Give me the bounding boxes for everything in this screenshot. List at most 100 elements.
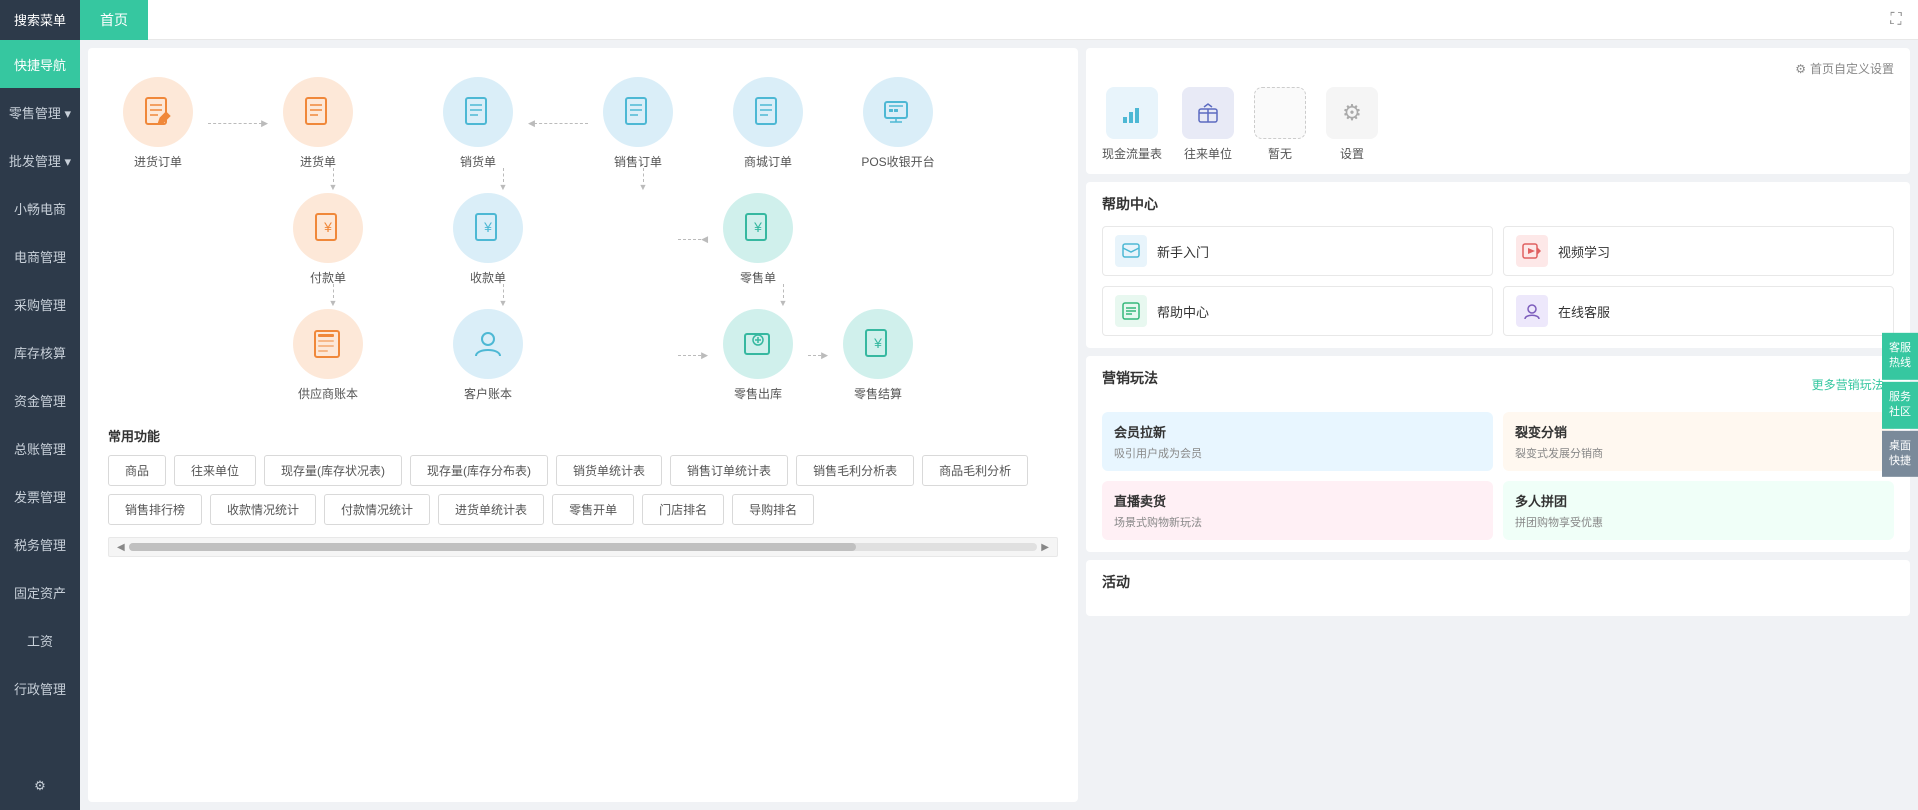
customize-link[interactable]: ⚙ 首页自定义设置 bbox=[1795, 60, 1894, 77]
sales-order-icon bbox=[603, 77, 673, 147]
quick-icon-vendor[interactable]: 往来单位 bbox=[1182, 87, 1234, 162]
sidebar-item-label: 资金管理 bbox=[14, 391, 66, 410]
sidebar-item-ecommerce-mgmt[interactable]: 电商管理 bbox=[0, 232, 80, 280]
purchase-receipt-icon bbox=[283, 77, 353, 147]
node-mall-order[interactable]: 商城订单 bbox=[718, 77, 818, 170]
func-btn-guide-rank[interactable]: 导购排名 bbox=[732, 494, 814, 525]
sidebar-item-label: 快捷导航 bbox=[14, 55, 66, 74]
v-conn-row-1-2: ▼ ▼ ▼ bbox=[108, 168, 1058, 192]
none-label: 暂无 bbox=[1268, 145, 1292, 162]
node-supplier-account[interactable]: 供应商账本 bbox=[278, 309, 378, 402]
node-purchase-receipt[interactable]: 进货单 bbox=[268, 77, 368, 170]
cash-flow-icon-box bbox=[1106, 87, 1158, 139]
func-btn-receipt-stats[interactable]: 收款情况统计 bbox=[210, 494, 316, 525]
sidebar-item-label: 电商管理 bbox=[14, 247, 66, 266]
node-receipt[interactable]: ¥ 收款单 bbox=[438, 193, 538, 286]
func-btn-sales-margin[interactable]: 销售毛利分析表 bbox=[796, 455, 914, 486]
func-btn-sales-stats[interactable]: 销货单统计表 bbox=[556, 455, 662, 486]
node-sales-order[interactable]: 销售订单 bbox=[588, 77, 688, 170]
sidebar-item-invoice[interactable]: 发票管理 bbox=[0, 472, 80, 520]
help-item-help[interactable]: 帮助中心 bbox=[1102, 286, 1493, 336]
retail-outbound-icon bbox=[723, 309, 793, 379]
sidebar-item-salary[interactable]: 工资 bbox=[0, 616, 80, 664]
quick-icon-none[interactable]: 暂无 bbox=[1254, 87, 1306, 162]
marketing-card-fission[interactable]: 裂变分销 裂变式发展分销商 bbox=[1503, 412, 1894, 471]
node-payment[interactable]: ¥ 付款单 bbox=[278, 193, 378, 286]
purchase-order-icon bbox=[123, 77, 193, 147]
func-btn-purchase-stats[interactable]: 进货单统计表 bbox=[438, 494, 544, 525]
help-item-online-service[interactable]: 在线客服 bbox=[1503, 286, 1894, 336]
float-btn-desktop[interactable]: 桌面快捷 bbox=[1882, 430, 1918, 477]
node-retail-settlement[interactable]: ¥ 零售结算 bbox=[828, 309, 928, 402]
node-retail-outbound[interactable]: 零售出库 bbox=[708, 309, 808, 402]
sidebar-item-purchase[interactable]: 采购管理 bbox=[0, 280, 80, 328]
member-title: 会员拉新 bbox=[1114, 422, 1481, 441]
scroll-thumb[interactable] bbox=[129, 543, 856, 551]
payment-icon: ¥ bbox=[293, 193, 363, 263]
live-desc: 场景式购物新玩法 bbox=[1114, 514, 1481, 530]
func-btn-sales-order-stats[interactable]: 销售订单统计表 bbox=[670, 455, 788, 486]
help-item-beginner[interactable]: 新手入门 bbox=[1102, 226, 1493, 276]
sidebar-item-inventory[interactable]: 库存核算 bbox=[0, 328, 80, 376]
mall-order-icon bbox=[733, 77, 803, 147]
settings-label: 设置 bbox=[1340, 145, 1364, 162]
fission-desc: 裂变式发展分销商 bbox=[1515, 445, 1882, 461]
node-pos[interactable]: POS收银开台 bbox=[848, 77, 948, 170]
sidebar-item-fixed-assets[interactable]: 固定资产 bbox=[0, 568, 80, 616]
marketing-card-live[interactable]: 直播卖货 场景式购物新玩法 bbox=[1102, 481, 1493, 540]
fullscreen-icon[interactable]: ⛶ bbox=[1884, 8, 1908, 32]
sidebar-item-ecommerce-small[interactable]: 小畅电商 bbox=[0, 184, 80, 232]
sidebar-item-retail[interactable]: 零售管理 ▾ bbox=[0, 88, 80, 136]
sidebar-item-label: 行政管理 bbox=[14, 679, 66, 698]
sidebar-gear-icon[interactable]: ⚙ bbox=[0, 762, 80, 810]
sales-receipt-icon bbox=[443, 77, 513, 147]
common-func-title: 常用功能 bbox=[108, 426, 1058, 445]
quick-icon-settings[interactable]: ⚙ 设置 bbox=[1326, 87, 1378, 162]
marketing-card-member[interactable]: 会员拉新 吸引用户成为会员 bbox=[1102, 412, 1493, 471]
flow-diagram: 进货订单 ▶ bbox=[108, 68, 1058, 410]
sidebar-item-label: 采购管理 bbox=[14, 295, 66, 314]
float-btn-community[interactable]: 服务社区 bbox=[1882, 382, 1918, 429]
scroll-left-arrow[interactable]: ◀ bbox=[113, 542, 129, 553]
marketing-section: 营销玩法 更多营销玩法 > 会员拉新 吸引用户成为会员 裂变分销 裂变式发展分销… bbox=[1086, 356, 1910, 552]
group-desc: 拼团购物享受优惠 bbox=[1515, 514, 1882, 530]
func-btn-retail-order[interactable]: 零售开单 bbox=[552, 494, 634, 525]
tab-home[interactable]: 首页 bbox=[80, 0, 148, 40]
sidebar-item-more[interactable]: 行政管理 bbox=[0, 664, 80, 712]
func-btn-inventory-status[interactable]: 现存量(库存状况表) bbox=[264, 455, 402, 486]
node-retail-order[interactable]: ¥ 零售单 bbox=[708, 193, 808, 286]
marketing-card-group[interactable]: 多人拼团 拼团购物享受优惠 bbox=[1503, 481, 1894, 540]
node-customer-account[interactable]: 客户账本 bbox=[438, 309, 538, 402]
func-btn-payment-stats[interactable]: 付款情况统计 bbox=[324, 494, 430, 525]
sidebar-item-quick-nav[interactable]: 快捷导航 bbox=[0, 40, 80, 88]
online-service-label: 在线客服 bbox=[1558, 302, 1610, 321]
group-title: 多人拼团 bbox=[1515, 491, 1882, 510]
node-purchase-order[interactable]: 进货订单 bbox=[108, 77, 208, 170]
help-item-video[interactable]: 视频学习 bbox=[1503, 226, 1894, 276]
receipt-label: 收款单 bbox=[470, 269, 506, 286]
diagram-row-2: ¥ 付款单 ¥ bbox=[108, 194, 1058, 284]
search-menu-button[interactable]: 搜索菜单 bbox=[0, 0, 80, 40]
activity-title: 活动 bbox=[1102, 572, 1894, 592]
func-btn-sales-rank[interactable]: 销售排行榜 bbox=[108, 494, 202, 525]
quick-icon-cash-flow[interactable]: 现金流量表 bbox=[1102, 87, 1162, 162]
live-title: 直播卖货 bbox=[1114, 491, 1481, 510]
float-btn-customer-service[interactable]: 客服热线 bbox=[1882, 333, 1918, 380]
scroll-right-arrow[interactable]: ▶ bbox=[1037, 542, 1053, 553]
func-btn-vendor[interactable]: 往来单位 bbox=[174, 455, 256, 486]
func-btn-inventory-dist[interactable]: 现存量(库存分布表) bbox=[410, 455, 548, 486]
sidebar-item-funds[interactable]: 资金管理 bbox=[0, 376, 80, 424]
node-sales-receipt[interactable]: 销货单 bbox=[428, 77, 528, 170]
top-bar: 搜索菜单 首页 ⛶ bbox=[0, 0, 1918, 40]
sidebar-item-general-ledger[interactable]: 总账管理 bbox=[0, 424, 80, 472]
sidebar-item-wholesale[interactable]: 批发管理 ▾ bbox=[0, 136, 80, 184]
func-btn-store-rank[interactable]: 门店排名 bbox=[642, 494, 724, 525]
horizontal-scrollbar[interactable]: ◀ ▶ bbox=[108, 537, 1058, 557]
right-panel: ⚙ 首页自定义设置 现金 bbox=[1086, 40, 1918, 810]
func-btn-goods[interactable]: 商品 bbox=[108, 455, 166, 486]
help-section: 帮助中心 新手入门 bbox=[1086, 182, 1910, 348]
func-btn-goods-margin[interactable]: 商品毛利分析 bbox=[922, 455, 1028, 486]
scroll-track[interactable] bbox=[129, 543, 1038, 551]
sidebar-item-tax[interactable]: 税务管理 bbox=[0, 520, 80, 568]
func-buttons-grid: 商品 往来单位 现存量(库存状况表) 现存量(库存分布表) 销货单统计表 销售订… bbox=[108, 455, 1058, 525]
